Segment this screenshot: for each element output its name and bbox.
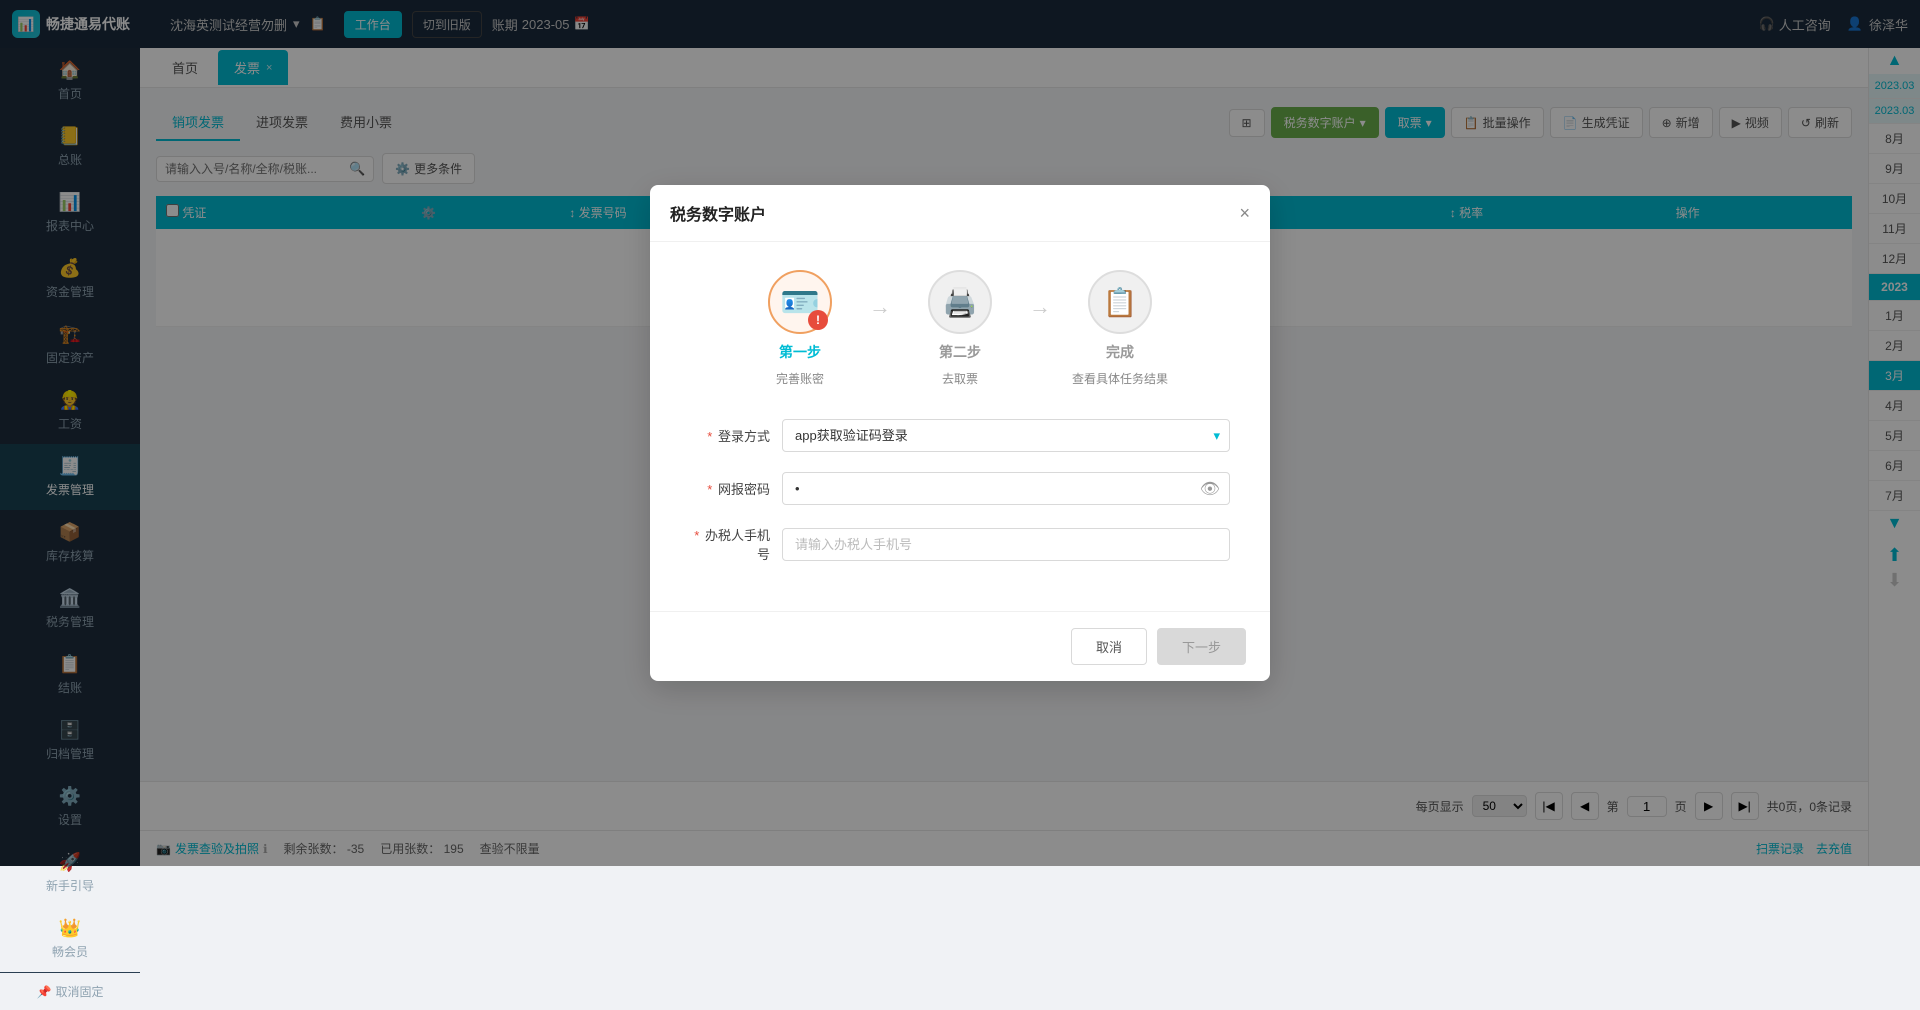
cancel-button[interactable]: 取消: [1071, 628, 1147, 665]
step-1-icon: 🪪 !: [768, 270, 832, 334]
login-method-wrap: app获取验证码登录 密码登录 ▾: [782, 419, 1230, 452]
step-1-desc: 完善账密: [776, 370, 824, 387]
step-3-title: 完成: [1106, 342, 1134, 362]
modal-footer: 取消 下一步: [650, 611, 1270, 681]
vip-icon: 👑: [59, 918, 81, 939]
step-1-title: 第一步: [779, 342, 821, 362]
required-star2: *: [707, 482, 712, 497]
step-3: 📋 完成 查看具体任务结果: [1060, 270, 1180, 387]
modal-body: 🪪 ! 第一步 完善账密 → 🖨️ 第二步 去取票 →: [650, 242, 1270, 611]
modal-close-button[interactable]: ×: [1239, 204, 1250, 222]
required-star: *: [707, 429, 712, 444]
login-method-select[interactable]: app获取验证码登录 密码登录: [782, 419, 1230, 452]
password-label: * 网报密码: [690, 479, 770, 498]
step-2-title: 第二步: [939, 342, 981, 362]
phone-label: * 办税人手机号: [690, 525, 770, 563]
step-arrow-2: →: [1020, 294, 1060, 320]
sidebar-label-vip: 畅会员: [52, 943, 88, 960]
clipboard-icon: 📋: [1103, 286, 1138, 319]
sidebar-item-vip[interactable]: 👑 畅会员: [0, 906, 140, 972]
cancel-fixed-button[interactable]: 📌 取消固定: [0, 972, 140, 1010]
tax-account-modal: 税务数字账户 × 🪪 ! 第一步 完善账密 →: [650, 185, 1270, 681]
required-star3: *: [694, 528, 699, 543]
step-3-icon: 📋: [1088, 270, 1152, 334]
phone-wrap: [782, 528, 1230, 561]
step-1-badge: !: [808, 310, 828, 330]
eye-icon[interactable]: 👁: [1200, 479, 1220, 499]
phone-input[interactable]: [782, 528, 1230, 561]
steps: 🪪 ! 第一步 完善账密 → 🖨️ 第二步 去取票 →: [690, 270, 1230, 387]
cancel-fixed-label: 取消固定: [55, 983, 103, 1000]
next-button[interactable]: 下一步: [1157, 628, 1246, 665]
modal-overlay: 税务数字账户 × 🪪 ! 第一步 完善账密 →: [0, 0, 1920, 866]
step-2-desc: 去取票: [942, 370, 978, 387]
password-input[interactable]: [782, 472, 1230, 505]
step-arrow-1: →: [860, 294, 900, 320]
sidebar-label-guide: 新手引导: [46, 877, 94, 894]
modal-header: 税务数字账户 ×: [650, 185, 1270, 242]
login-method-label: * 登录方式: [690, 426, 770, 445]
step-2: 🖨️ 第二步 去取票: [900, 270, 1020, 387]
password-wrap: 👁: [782, 472, 1230, 505]
login-method-row: * 登录方式 app获取验证码登录 密码登录 ▾: [690, 419, 1230, 452]
step-3-desc: 查看具体任务结果: [1072, 370, 1168, 387]
pin-icon: 📌: [37, 985, 52, 999]
step-2-icon: 🖨️: [928, 270, 992, 334]
modal-title: 税务数字账户: [670, 201, 766, 225]
password-row: * 网报密码 👁: [690, 472, 1230, 505]
phone-row: * 办税人手机号: [690, 525, 1230, 563]
step-1: 🪪 ! 第一步 完善账密: [740, 270, 860, 387]
printer-icon: 🖨️: [943, 286, 978, 319]
